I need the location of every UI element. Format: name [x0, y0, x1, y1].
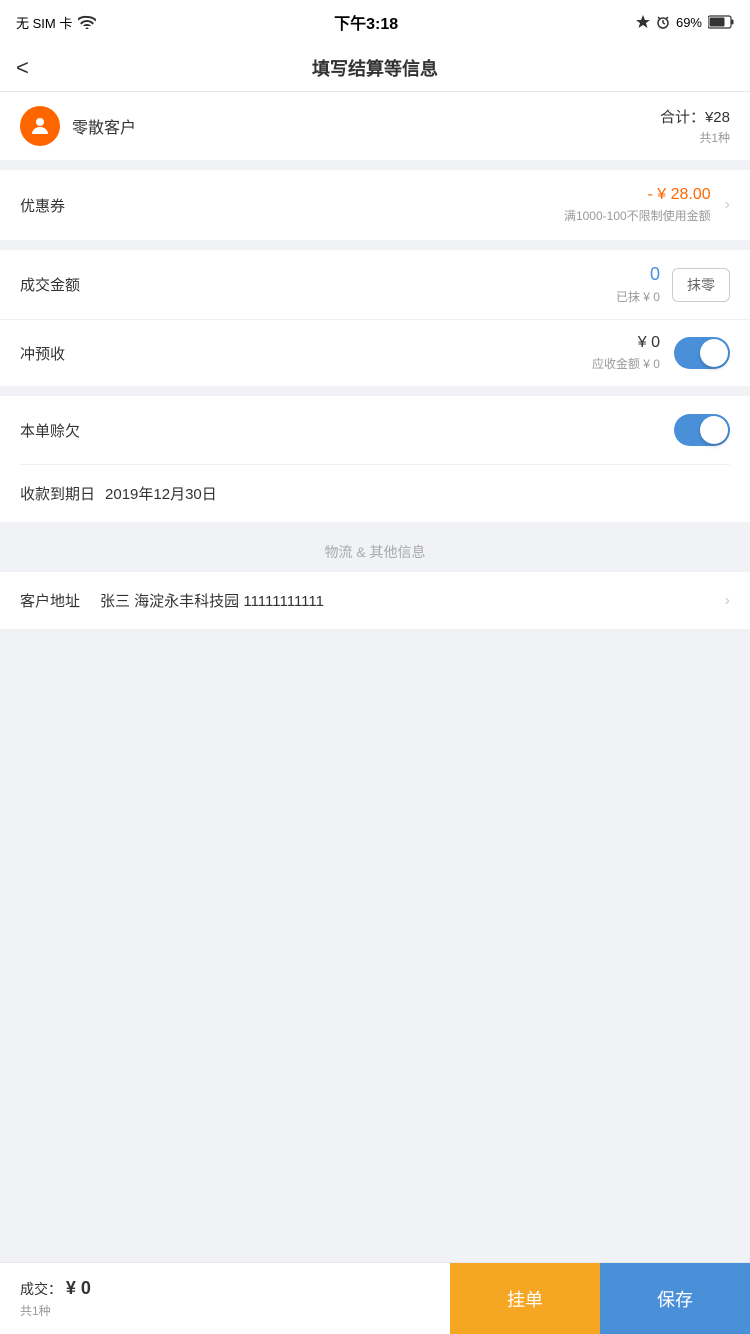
nav-bar: < 填写结算等信息 — [0, 44, 750, 92]
bottom-deal-label: 成交： ¥ 0 — [20, 1278, 430, 1299]
transaction-sub: 已抹 ¥ 0 — [616, 288, 660, 305]
transaction-right: 0 已抹 ¥ 0 抹零 — [616, 264, 730, 305]
debt-label: 本单赊欠 — [20, 420, 80, 441]
bottom-count: 共1种 — [20, 1302, 430, 1319]
customer-total: 合计：¥28 — [660, 106, 730, 127]
debt-toggle-knob — [700, 416, 728, 444]
transaction-row: 成交金额 0 已抹 ¥ 0 抹零 — [0, 250, 750, 320]
battery-icon — [708, 15, 734, 29]
deal-label: 成交： — [20, 1281, 62, 1297]
address-section: 客户地址 张三 海淀永丰科技园 11111111111 › — [0, 572, 750, 629]
due-date-label: 收款到期日 — [20, 483, 95, 504]
bottom-info: 成交： ¥ 0 共1种 — [0, 1278, 450, 1319]
status-time: 下午3:18 — [334, 10, 398, 34]
no-sim-text: 无 SIM 卡 — [16, 13, 72, 32]
amount-section: 成交金额 0 已抹 ¥ 0 抹零 冲预收 ¥ 0 应收金额 ¥ 0 — [0, 250, 750, 386]
coupon-right: - ¥ 28.00 满1000-100不限制使用金额 › — [564, 186, 730, 224]
precollect-label: 冲预收 — [20, 343, 65, 364]
user-icon — [28, 114, 52, 138]
page-title: 填写结算等信息 — [312, 55, 438, 81]
transaction-value-wrap: 0 已抹 ¥ 0 — [616, 264, 660, 305]
address-chevron-icon: › — [725, 592, 730, 610]
round-button[interactable]: 抹零 — [672, 268, 730, 302]
coupon-row[interactable]: 优惠券 - ¥ 28.00 满1000-100不限制使用金额 › — [0, 170, 750, 240]
alarm-icon — [656, 15, 670, 29]
status-right: 69% — [636, 15, 734, 30]
precollect-amount: ¥ 0 — [592, 334, 660, 352]
discount-amount: - ¥ 28.00 — [564, 186, 711, 204]
logistics-divider-text: 物流 & 其他信息 — [324, 542, 425, 562]
save-button[interactable]: 保存 — [600, 1263, 750, 1334]
coupon-label: 优惠券 — [20, 195, 65, 216]
wifi-icon — [78, 15, 96, 29]
back-button[interactable]: < — [16, 55, 29, 81]
precollect-values: ¥ 0 应收金额 ¥ 0 — [592, 334, 660, 372]
toggle-knob — [700, 339, 728, 367]
due-date-row: 收款到期日 2019年12月30日 — [20, 465, 730, 522]
transaction-amount: 0 — [616, 264, 660, 285]
customer-avatar — [20, 106, 60, 146]
deal-amount: ¥ 0 — [66, 1278, 91, 1298]
location-icon — [636, 15, 650, 29]
address-value: 张三 海淀永丰科技园 11111111111 — [100, 590, 725, 611]
customer-row: 零散客户 合计：¥28 共1种 — [0, 92, 750, 160]
precollect-right: ¥ 0 应收金额 ¥ 0 — [592, 334, 730, 372]
precollect-sub: 应收金额 ¥ 0 — [592, 355, 660, 372]
address-row[interactable]: 客户地址 张三 海淀永丰科技园 11111111111 › — [0, 572, 750, 629]
precollect-row: 冲预收 ¥ 0 应收金额 ¥ 0 — [0, 320, 750, 386]
due-date-value: 2019年12月30日 — [105, 483, 217, 504]
chevron-right-icon: › — [725, 196, 730, 214]
coupon-value: - ¥ 28.00 满1000-100不限制使用金额 — [564, 186, 711, 224]
debt-section: 本单赊欠 收款到期日 2019年12月30日 — [0, 396, 750, 522]
precollect-toggle[interactable] — [674, 337, 730, 369]
bottom-bar: 成交： ¥ 0 共1种 挂单 保存 — [0, 1262, 750, 1334]
logistics-divider: 物流 & 其他信息 — [0, 532, 750, 572]
customer-left: 零散客户 — [20, 106, 136, 146]
address-label: 客户地址 — [20, 590, 90, 611]
battery-text: 69% — [676, 15, 702, 30]
discount-note: 满1000-100不限制使用金额 — [564, 207, 711, 224]
customer-summary: 合计：¥28 共1种 — [660, 106, 730, 146]
coupon-section: 优惠券 - ¥ 28.00 满1000-100不限制使用金额 › — [0, 170, 750, 240]
status-left: 无 SIM 卡 — [16, 13, 96, 32]
debt-toggle[interactable] — [674, 414, 730, 446]
hold-button[interactable]: 挂单 — [450, 1263, 600, 1334]
content-area: 零散客户 合计：¥28 共1种 优惠券 - ¥ 28.00 满1000-100不… — [0, 92, 750, 719]
status-bar: 无 SIM 卡 下午3:18 69% — [0, 0, 750, 44]
customer-name: 零散客户 — [72, 114, 136, 138]
customer-count: 共1种 — [660, 129, 730, 146]
transaction-label: 成交金额 — [20, 274, 80, 295]
debt-row: 本单赊欠 — [20, 396, 730, 465]
